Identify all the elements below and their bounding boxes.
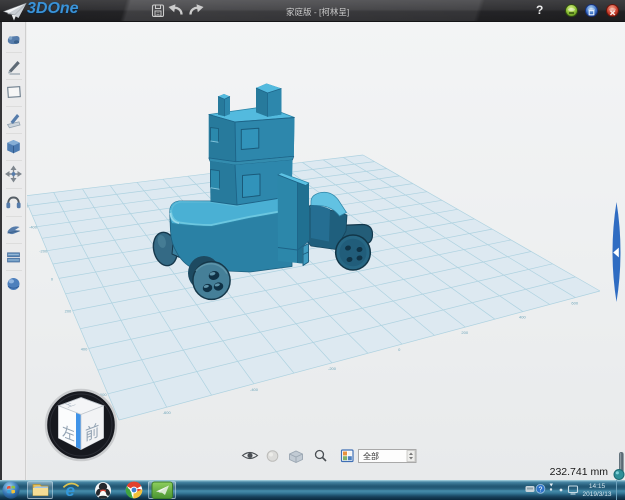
svg-text:400: 400 <box>519 315 526 320</box>
svg-text:0: 0 <box>398 347 401 352</box>
svg-text:-200: -200 <box>39 249 48 254</box>
svg-text:-200: -200 <box>328 366 337 371</box>
svg-text:600: 600 <box>571 301 578 306</box>
svg-text:-600: -600 <box>163 410 172 415</box>
svg-text:200: 200 <box>461 330 468 335</box>
svg-text:400: 400 <box>81 347 88 352</box>
svg-text:0: 0 <box>51 276 54 281</box>
svg-text:全部: 全部 <box>363 451 379 461</box>
svg-text:?: ? <box>539 487 543 494</box>
svg-text:-400: -400 <box>29 225 38 230</box>
svg-text:-400: -400 <box>250 387 259 392</box>
svg-text:200: 200 <box>65 309 72 314</box>
